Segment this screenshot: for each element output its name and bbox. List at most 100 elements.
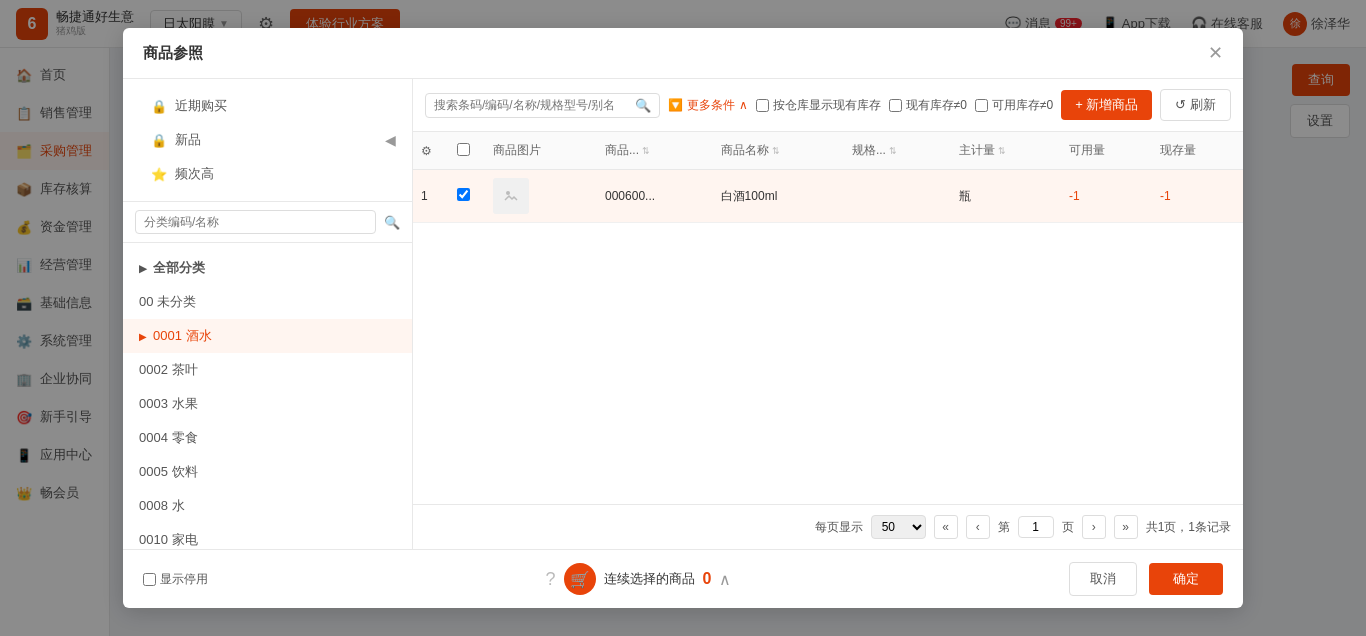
cat-item-0002[interactable]: 0002 茶叶 — [123, 353, 412, 387]
th-unit-label: 主计量 — [959, 142, 995, 159]
footer-right: 取消 确定 — [1069, 562, 1223, 596]
product-search-icon[interactable]: 🔍 — [635, 98, 651, 113]
quick-recent-label: 近期购买 — [175, 97, 227, 115]
row-checkbox-cell — [449, 170, 485, 223]
cart-label: 连续选择的商品 — [604, 570, 695, 588]
filter-arrow-icon: ∧ — [739, 98, 748, 112]
add-product-button[interactable]: + 新增商品 — [1061, 90, 1152, 120]
main-content: 查询 设置 商品参照 ✕ — [110, 48, 1366, 636]
modal-body: 🔒 近期购买 🔒 新品 ⭐ 频次高 — [123, 79, 1243, 549]
cat-collapse-button[interactable]: ◀ — [381, 128, 400, 152]
table-header: ⚙ 商品图片 — [413, 132, 1243, 170]
product-reference-modal: 商品参照 ✕ 🔒 近期购买 — [123, 28, 1243, 608]
filter-button[interactable]: 🔽 更多条件 ∧ — [668, 97, 748, 114]
sort-icon-spec: ⇅ — [889, 146, 897, 156]
th-code-label: 商品... — [605, 142, 639, 159]
th-stock-label: 现存量 — [1160, 143, 1196, 157]
cart-expand-button[interactable]: ∧ — [719, 570, 731, 589]
product-panel: 🔍 🔽 更多条件 ∧ 按仓库显示现有库存 — [413, 79, 1243, 549]
main-layout: 🏠 首页 📋 销售管理 🗂️ 采购管理 📦 库存核算 💰 资金管理 📊 经营管理… — [0, 48, 1366, 636]
cat-0010-label: 0010 家电 — [139, 531, 198, 549]
th-image-label: 商品图片 — [493, 143, 541, 157]
product-search-input[interactable] — [434, 98, 629, 112]
modal-overlay: 商品参照 ✕ 🔒 近期购买 — [0, 0, 1366, 636]
modal-close-button[interactable]: ✕ — [1208, 42, 1223, 64]
cat-item-0008[interactable]: 0008 水 — [123, 489, 412, 523]
cat-0003-label: 0003 水果 — [139, 395, 198, 413]
pagination-bar: 每页显示 50 10 20 100 « ‹ 第 页 — [413, 504, 1243, 549]
cart-count: 0 — [703, 570, 712, 588]
last-page-button[interactable]: » — [1114, 515, 1138, 539]
lock-icon-new: 🔒 — [151, 133, 167, 148]
warehouse-filter-label: 按仓库显示现有库存 — [773, 97, 881, 114]
quick-new-label: 新品 — [175, 131, 201, 149]
cart-icon[interactable]: 🛒 — [564, 563, 596, 595]
row-spec — [844, 170, 951, 223]
sort-icon-unit: ⇅ — [998, 146, 1006, 156]
cat-item-0005[interactable]: 0005 饮料 — [123, 455, 412, 489]
help-icon[interactable]: ? — [546, 569, 556, 590]
th-image: 商品图片 — [485, 132, 597, 170]
cat-all-arrow-icon: ▶ — [139, 263, 147, 274]
quick-new[interactable]: 🔒 新品 — [135, 123, 243, 157]
stock-nonzero-checkbox[interactable]: 现有库存≠0 — [889, 97, 967, 114]
table-body: 1 — [413, 170, 1243, 223]
confirm-button[interactable]: 确定 — [1149, 563, 1223, 595]
page-number-input[interactable] — [1018, 516, 1054, 538]
row-code: 000600... — [597, 170, 713, 223]
row-name: 白酒100ml — [713, 170, 844, 223]
cat-search-area: 🔍 — [123, 202, 412, 243]
available-nonzero-checkbox[interactable]: 可用库存≠0 — [975, 97, 1053, 114]
svg-rect-0 — [501, 186, 521, 206]
th-checkbox — [449, 132, 485, 170]
quick-frequent-label: 频次高 — [175, 165, 214, 183]
modal-footer: 显示停用 ? 🛒 连续选择的商品 0 ∧ 取消 确定 — [123, 549, 1243, 608]
cat-item-all[interactable]: ▶ 全部分类 — [123, 251, 412, 285]
next-page-button[interactable]: › — [1082, 515, 1106, 539]
available-nonzero-label: 可用库存≠0 — [992, 97, 1053, 114]
cat-search-icon[interactable]: 🔍 — [384, 215, 400, 230]
available-nonzero-input[interactable] — [975, 99, 988, 112]
stock-nonzero-input[interactable] — [889, 99, 902, 112]
first-page-button[interactable]: « — [934, 515, 958, 539]
th-name-label: 商品名称 — [721, 142, 769, 159]
page-label: 第 — [998, 519, 1010, 536]
modal-header: 商品参照 ✕ — [123, 28, 1243, 79]
th-name: 商品名称 ⇅ — [713, 132, 844, 170]
footer-left: 显示停用 — [143, 571, 208, 588]
warehouse-filter-checkbox[interactable]: 按仓库显示现有库存 — [756, 97, 881, 114]
sort-icon-code: ⇅ — [642, 146, 650, 156]
quick-recent[interactable]: 🔒 近期购买 — [135, 89, 243, 123]
row-checkbox[interactable] — [457, 188, 470, 201]
cat-item-00[interactable]: 00 未分类 — [123, 285, 412, 319]
warehouse-filter-input[interactable] — [756, 99, 769, 112]
prev-page-button[interactable]: ‹ — [966, 515, 990, 539]
cat-0008-label: 0008 水 — [139, 497, 185, 515]
row-available: -1 — [1061, 170, 1152, 223]
cat-0005-label: 0005 饮料 — [139, 463, 198, 481]
toolbar-right-actions: + 新增商品 ↺ 刷新 — [1061, 89, 1231, 121]
product-image-placeholder — [493, 178, 529, 214]
cat-item-0003[interactable]: 0003 水果 — [123, 387, 412, 421]
cancel-button[interactable]: 取消 — [1069, 562, 1137, 596]
product-search-box: 🔍 — [425, 93, 660, 118]
quick-frequent[interactable]: ⭐ 频次高 — [135, 157, 243, 191]
category-panel: 🔒 近期购买 🔒 新品 ⭐ 频次高 — [123, 79, 413, 549]
th-spec: 规格... ⇅ — [844, 132, 951, 170]
show-disabled-input[interactable] — [143, 573, 156, 586]
cat-all-label: 全部分类 — [153, 259, 205, 277]
cat-search-input[interactable] — [135, 210, 376, 234]
show-disabled-checkbox[interactable]: 显示停用 — [143, 571, 208, 588]
page-size-select[interactable]: 50 10 20 100 — [871, 515, 926, 539]
cat-item-0004[interactable]: 0004 零食 — [123, 421, 412, 455]
th-unit: 主计量 ⇅ — [951, 132, 1061, 170]
cat-item-0001[interactable]: ▶ 0001 酒水 — [123, 319, 412, 353]
column-settings-icon[interactable]: ⚙ — [421, 144, 432, 158]
select-all-checkbox[interactable] — [457, 143, 470, 156]
th-code: 商品... ⇅ — [597, 132, 713, 170]
refresh-button[interactable]: ↺ 刷新 — [1160, 89, 1231, 121]
table-row[interactable]: 1 — [413, 170, 1243, 223]
show-disabled-label: 显示停用 — [160, 571, 208, 588]
cat-item-0010[interactable]: 0010 家电 — [123, 523, 412, 549]
cat-0001-arrow-icon: ▶ — [139, 331, 147, 342]
